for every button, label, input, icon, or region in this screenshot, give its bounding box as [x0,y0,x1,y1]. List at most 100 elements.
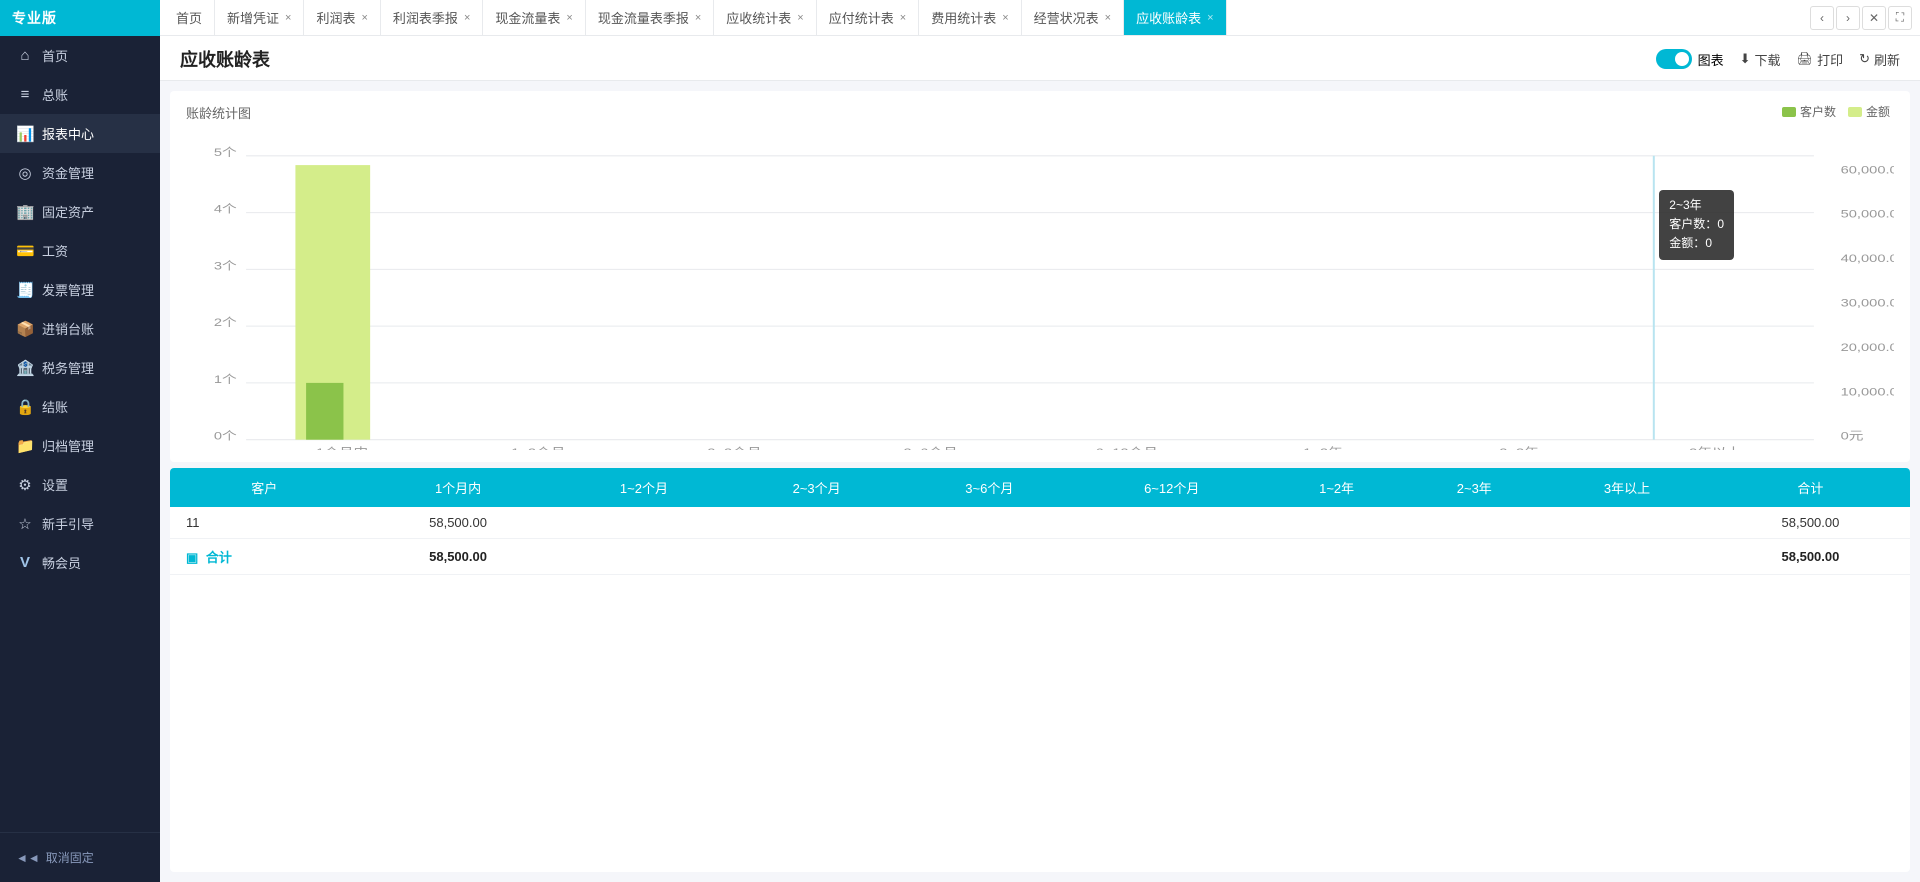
svg-text:3~6个月: 3~6个月 [903,446,957,450]
sidebar-item-capital[interactable]: ◎ 资金管理 [0,153,160,192]
sidebar-item-label: 新手引导 [42,514,94,533]
tab-next-button[interactable]: › [1836,6,1860,30]
tab-profit[interactable]: 利润表 × [304,0,380,36]
total-m612 [1076,539,1268,575]
tab-cashflow-quarter[interactable]: 现金流量表季报 × [586,0,714,36]
tab-profit-close[interactable]: × [361,12,367,24]
sidebar-item-invoice[interactable]: 🧾 发票管理 [0,270,160,309]
chart-svg: 0个 1个 2个 3个 4个 5个 0元 10,000.00元 20,000.0… [186,130,1894,450]
cell-y3 [1543,507,1711,539]
tab-business-stat[interactable]: 经营状况表 × [1022,0,1124,36]
col-header-y23: 2~3年 [1405,468,1543,507]
tab-home-label: 首页 [176,8,202,27]
tab-cashflow-quarter-close[interactable]: × [695,12,701,24]
svg-text:6~12个月: 6~12个月 [1096,446,1158,450]
sidebar-item-close[interactable]: 🔒 结账 [0,387,160,426]
chart-toggle[interactable]: 图表 [1656,49,1724,69]
sidebar-item-label: 结账 [42,397,68,416]
tab-profit-quarter-close[interactable]: × [464,12,470,24]
print-icon: 🖨 [1797,51,1814,67]
table-section: 客户 1个月内 1~2个月 2~3个月 3~6个月 6~12个月 1~2年 2~… [170,468,1910,872]
tab-receivable-stat-close[interactable]: × [797,12,803,24]
sidebar-item-report[interactable]: 📊 报表中心 [0,114,160,153]
tab-cashflow[interactable]: 现金流量表 × [483,0,585,36]
tab-expense-stat[interactable]: 费用统计表 × [919,0,1021,36]
tab-profit-label: 利润表 [316,8,355,27]
total-y23 [1405,539,1543,575]
col-header-m612: 6~12个月 [1076,468,1268,507]
sidebar-item-archive[interactable]: 📁 归档管理 [0,426,160,465]
tab-payable-stat-close[interactable]: × [900,12,906,24]
tab-prev-button[interactable]: ‹ [1810,6,1834,30]
toggle-label: 图表 [1698,50,1724,69]
tab-cashflow-close[interactable]: × [566,12,572,24]
tab-receivable-stat[interactable]: 应收统计表 × [714,0,816,36]
home-icon: ⌂ [16,47,34,64]
toggle-track[interactable] [1656,49,1692,69]
sidebar-item-fixed[interactable]: 🏢 固定资产 [0,192,160,231]
total-icon: ▣ [186,550,198,565]
tab-expense-stat-close[interactable]: × [1002,12,1008,24]
svg-text:3年以上: 3年以上 [1689,446,1741,450]
sidebar-item-tax[interactable]: 🏦 税务管理 [0,348,160,387]
refresh-label: 刷新 [1874,50,1900,69]
sidebar-item-settings[interactable]: ⚙ 设置 [0,465,160,504]
tab-expense-stat-label: 费用统计表 [931,8,996,27]
sidebar-item-home[interactable]: ⌂ 首页 [0,36,160,75]
tab-voucher[interactable]: 新增凭证 × [215,0,304,36]
collapse-icon: ◄◄ [16,851,40,865]
col-header-y3: 3年以上 [1543,468,1711,507]
tab-payable-stat[interactable]: 应付统计表 × [817,0,919,36]
tab-close-all-button[interactable]: ✕ [1862,6,1886,30]
total-y3 [1543,539,1711,575]
capital-icon: ◎ [16,164,34,182]
sidebar-item-guide[interactable]: ☆ 新手引导 [0,504,160,543]
tab-voucher-label: 新增凭证 [227,8,279,27]
tab-maximize-button[interactable]: ⛶ [1888,6,1912,30]
svg-text:30,000.00元: 30,000.00元 [1841,296,1894,309]
collapse-sidebar-button[interactable]: ◄◄ 取消固定 [0,841,160,874]
sidebar-item-salary[interactable]: 💳 工资 [0,231,160,270]
table-total-row: ▣ 合计 58,500.00 58,500.00 [170,539,1910,575]
sidebar-item-vip[interactable]: V 畅会员 [0,543,160,582]
app-logo: 专业版 [0,0,160,36]
aging-table: 客户 1个月内 1~2个月 2~3个月 3~6个月 6~12个月 1~2年 2~… [170,468,1910,575]
tab-business-stat-label: 经营状况表 [1034,8,1099,27]
tab-aging-close[interactable]: × [1207,12,1213,24]
svg-text:20,000.00元: 20,000.00元 [1841,341,1894,354]
cell-m36 [903,507,1076,539]
page-header: 应收账龄表 图表 ⬇ 下载 🖨 打印 ↻ 刷新 [160,36,1920,81]
svg-text:10,000.00元: 10,000.00元 [1841,385,1894,398]
download-icon: ⬇ [1740,51,1751,67]
legend-amount: 金额 [1848,103,1890,120]
tab-receivable-stat-label: 应收统计表 [726,8,791,27]
svg-text:4个: 4个 [214,202,237,215]
cell-total: 58,500.00 [1711,507,1910,539]
chart-title: 账龄统计图 [186,103,1894,122]
sidebar-item-ledger[interactable]: ≡ 总账 [0,75,160,114]
refresh-button[interactable]: ↻ 刷新 [1859,50,1900,69]
tab-business-stat-close[interactable]: × [1105,12,1111,24]
svg-text:2个: 2个 [214,316,237,329]
chart-section: 账龄统计图 客户数 金额 0个 1个 2个 3个 4个 [170,91,1910,462]
sidebar-item-label: 总账 [42,85,68,104]
print-button[interactable]: 🖨 打印 [1797,50,1844,69]
col-header-total: 合计 [1711,468,1910,507]
total-y12 [1268,539,1406,575]
svg-text:1~2年: 1~2年 [1303,446,1343,450]
tab-aging[interactable]: 应收账龄表 × [1124,0,1226,36]
legend-amount-color [1848,107,1862,117]
legend-customers-label: 客户数 [1800,103,1836,120]
sidebar-item-label: 固定资产 [42,202,94,221]
tab-cashflow-label: 现金流量表 [495,8,560,27]
page-title: 应收账龄表 [180,46,270,72]
tab-voucher-close[interactable]: × [285,12,291,24]
tab-profit-quarter[interactable]: 利润表季报 × [381,0,483,36]
cell-m23 [730,507,903,539]
total-m36 [903,539,1076,575]
download-button[interactable]: ⬇ 下载 [1740,50,1781,69]
sidebar-item-sales[interactable]: 📦 进销台账 [0,309,160,348]
tab-home[interactable]: 首页 [164,0,215,36]
col-header-m1: 1个月内 [359,468,558,507]
svg-text:0元: 0元 [1841,429,1864,442]
